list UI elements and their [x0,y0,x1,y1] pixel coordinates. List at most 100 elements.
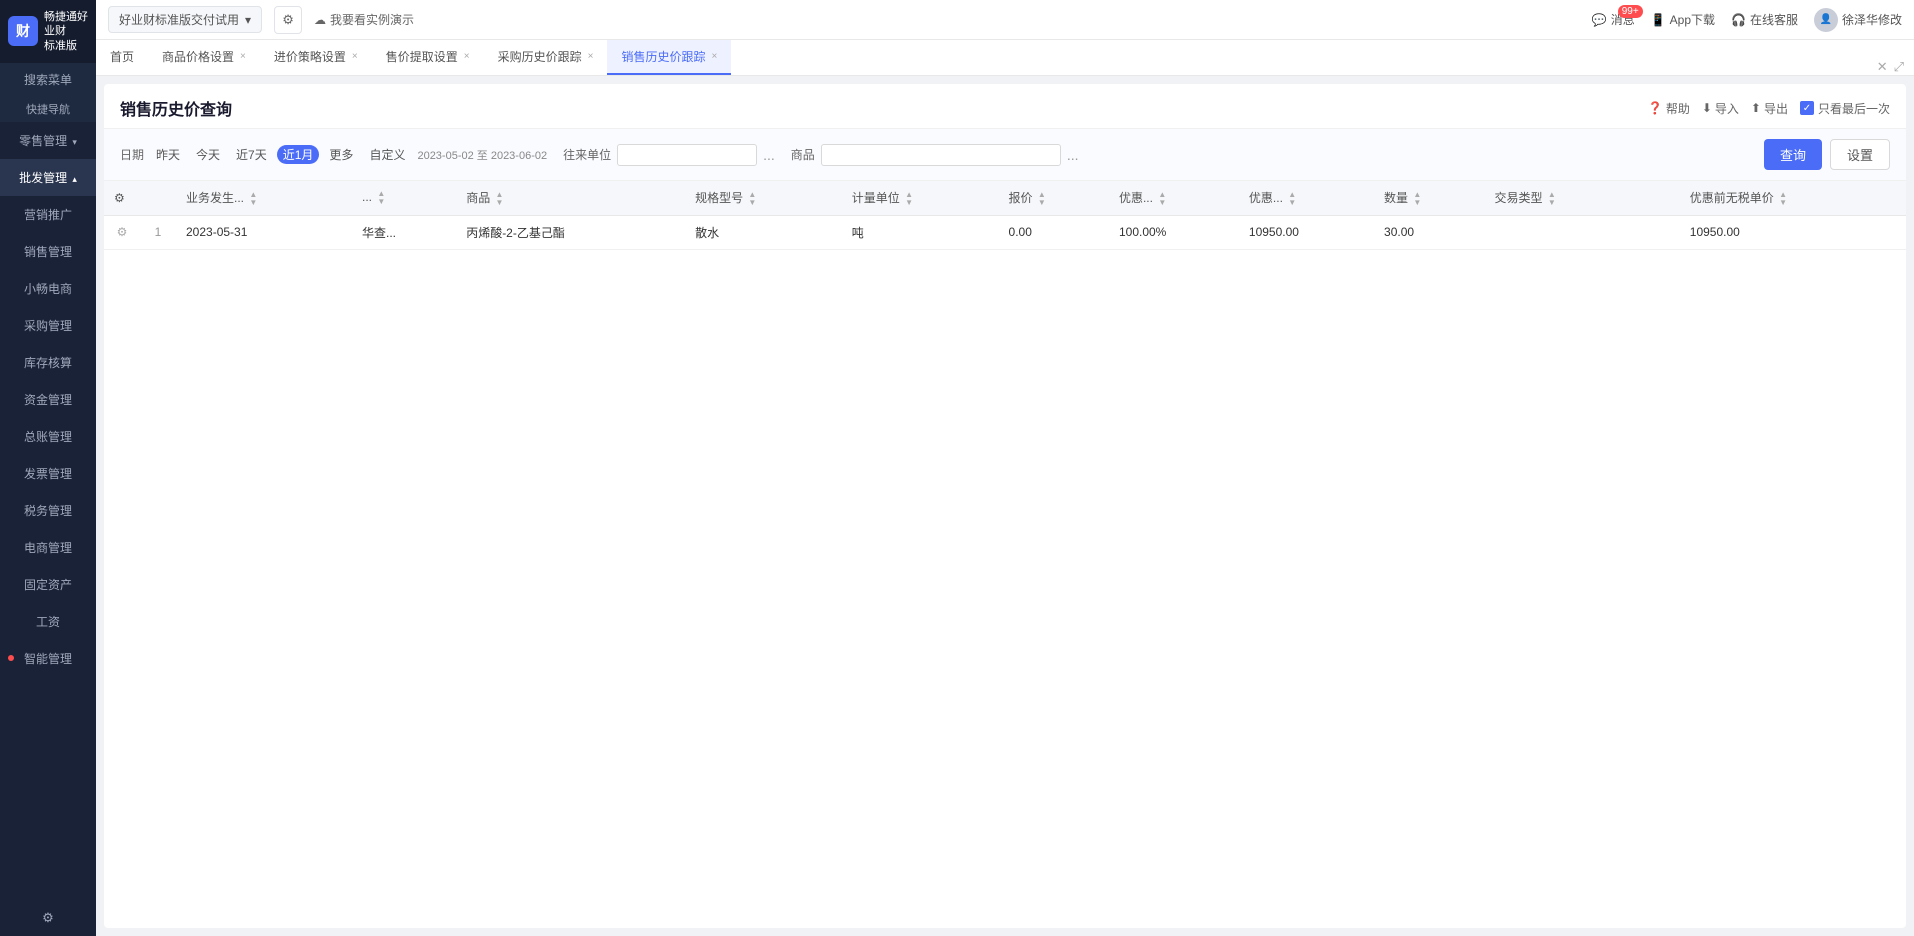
message-badge: 99+ [1618,5,1643,18]
date-custom[interactable]: 自定义 [363,145,411,164]
tab-purchase-history[interactable]: 采购历史价跟踪 × [484,40,608,75]
product-dots-button[interactable]: ... [1067,147,1079,163]
sidebar-search[interactable]: 搜索菜单 [0,63,96,96]
user-menu[interactable]: 👤 徐泽华修改 [1814,8,1902,32]
tab-close-purchase-strategy[interactable]: × [352,51,358,62]
cell-trans-type [1484,215,1641,249]
tab-close-sale-extract[interactable]: × [464,51,470,62]
cell-price: 0.00 [999,215,1109,249]
page-title: 销售历史价查询 [120,96,232,120]
col-discount2[interactable]: 优惠... ▲▼ [1239,181,1374,215]
tab-close-price[interactable]: × [240,51,246,62]
col-biz-date[interactable]: 业务发生... ▲▼ [176,181,352,215]
col-unit[interactable]: 计量单位 ▲▼ [842,181,999,215]
sidebar-nav-item-ledger[interactable]: 总账管理 [0,418,96,455]
tab-price[interactable]: 商品价格设置 × [148,40,260,75]
topbar-right: 💬 消息 99+ 📱 App下载 🎧 在线客服 👤 徐泽华修改 [1592,8,1902,32]
source-label: 往来单位 [563,146,611,163]
sidebar-nav-item-purchase[interactable]: 采购管理 [0,307,96,344]
tab-sale-history[interactable]: 销售历史价跟踪 × [607,40,731,75]
col-price[interactable]: 报价 ▲▼ [999,181,1109,215]
sidebar-nav-item-ecommerce-mini[interactable]: 小畅电商 [0,270,96,307]
sidebar-nav-item-salary[interactable]: 工资 [0,603,96,640]
page-header-actions: ❓ 帮助 ⬇ 导入 ⬆ 导出 ✓ 只看最后一次 [1648,100,1890,117]
cloud-icon: ☁ [314,13,326,27]
sidebar-nav-item-ecommerce[interactable]: 电商管理 [0,529,96,566]
gear-icon: ⚙ [282,12,294,28]
cell-product: 丙烯酸-2-乙基己酯 [456,215,685,249]
topbar-settings-button[interactable]: ⚙ [274,6,302,34]
export-icon: ⬆ [1751,101,1761,115]
filter-actions: 查询 设置 [1764,139,1890,170]
sidebar-nav-item-sales[interactable]: 销售管理 [0,233,96,270]
logo-icon: 财 [8,16,38,46]
tab-close-sale-history[interactable]: × [711,51,717,62]
product-selector[interactable]: 好业财标准版交付试用 ▾ [108,6,262,33]
date-yesterday[interactable]: 昨天 [150,145,186,164]
main-content: 好业财标准版交付试用 ▾ ⚙ ☁ 我要看实例演示 💬 消息 99+ 📱 App下… [96,0,1914,936]
sidebar-quick-nav[interactable]: 快捷导航 [0,96,96,122]
sidebar-nav-item-retail[interactable]: 零售管理 ▾ [0,122,96,159]
help-button[interactable]: ❓ 帮助 [1648,100,1690,117]
sidebar-nav-item-marketing[interactable]: 营销推广 [0,196,96,233]
tab-purchase-strategy[interactable]: 进价策略设置 × [260,40,372,75]
sidebar-nav-item-inventory[interactable]: 库存核算 [0,344,96,381]
col-spec[interactable]: 规格型号 ▲▼ [685,181,842,215]
app-download-button[interactable]: 📱 App下载 [1651,11,1715,28]
tab-minimize-icon[interactable]: ✕ [1877,59,1888,75]
message-button[interactable]: 💬 消息 99+ [1592,11,1635,28]
sidebar-nav-item-tax[interactable]: 税务管理 [0,492,96,529]
cell-pretax-price: 10950.00 [1680,215,1906,249]
date-last7[interactable]: 近7天 [230,145,273,164]
date-last1m[interactable]: 近1月 [277,145,320,164]
cell-unit: 吨 [842,215,999,249]
col-trans-type[interactable]: 交易类型 ▲▼ [1484,181,1641,215]
date-label: 日期 [120,146,144,163]
last-only-checkbox[interactable]: ✓ 只看最后一次 [1800,100,1890,117]
col-product[interactable]: 商品 ▲▼ [456,181,685,215]
online-service-button[interactable]: 🎧 在线客服 [1731,11,1798,28]
avatar: 👤 [1814,8,1838,32]
import-icon: ⬇ [1702,101,1712,115]
col-discount1[interactable]: 优惠... ▲▼ [1109,181,1239,215]
cell-discount1: 100.00% [1109,215,1239,249]
cell-extra: 华查... [352,215,456,249]
demo-link[interactable]: ☁ 我要看实例演示 [314,11,414,28]
settings-button[interactable]: 设置 [1830,139,1890,170]
sidebar-bottom-settings[interactable]: ⚙ [0,900,96,936]
product-input[interactable] [821,144,1061,166]
topbar: 好业财标准版交付试用 ▾ ⚙ ☁ 我要看实例演示 💬 消息 99+ 📱 App下… [96,0,1914,40]
tab-close-purchase-history[interactable]: × [588,51,594,62]
tab-home[interactable]: 首页 [96,40,148,75]
col-quantity[interactable]: 数量 ▲▼ [1374,181,1484,215]
date-more[interactable]: 更多 [323,145,359,164]
row-num: 1 [140,215,176,249]
filter-bar: 日期 昨天 今天 近7天 近1月 更多 自定义 2023-05-02 至 202… [104,129,1906,181]
chevron-down-icon: ▾ [245,13,251,27]
sidebar-nav-item-smart[interactable]: 智能管理 [0,640,96,677]
import-button[interactable]: ⬇ 导入 [1702,100,1739,117]
col-extra[interactable]: ... ▲▼ [352,181,456,215]
export-button[interactable]: ⬆ 导出 [1751,100,1788,117]
product-filter-group: 商品 ... [791,144,1079,166]
source-filter-group: 往来单位 ... [563,144,775,166]
date-shortcuts: 昨天 今天 近7天 近1月 更多 自定义 [150,145,411,164]
tab-sale-extract[interactable]: 售价提取设置 × [372,40,484,75]
source-input[interactable] [617,144,757,166]
source-dots-button[interactable]: ... [763,147,775,163]
query-button[interactable]: 查询 [1764,139,1822,170]
sidebar-nav-item-wholesale[interactable]: 批发管理 ▴ [0,159,96,196]
cell-spacer [1641,215,1680,249]
date-today[interactable]: 今天 [190,145,226,164]
sidebar-nav-item-invoice[interactable]: 发票管理 [0,455,96,492]
col-pretax-price[interactable]: 优惠前无税单价 ▲▼ [1680,181,1906,215]
sidebar-nav-item-assets[interactable]: 固定资产 [0,566,96,603]
data-table-wrap: ⚙ 业务发生... ▲▼ ... ▲▼ 商品 ▲▼ 规格型号 ▲▼ [104,181,1906,928]
sidebar-nav-item-finance[interactable]: 资金管理 [0,381,96,418]
tab-expand-icon[interactable]: ⤢ [1894,59,1904,75]
row-settings[interactable]: ⚙ [104,215,140,249]
table-row: ⚙ 1 2023-05-31 华查... 丙烯酸-2-乙基己酯 散水 吨 0.0… [104,215,1906,249]
help-icon: ❓ [1648,101,1663,115]
logo-text: 畅捷通好业财 标准版 [44,10,88,53]
col-settings[interactable]: ⚙ [104,181,140,215]
